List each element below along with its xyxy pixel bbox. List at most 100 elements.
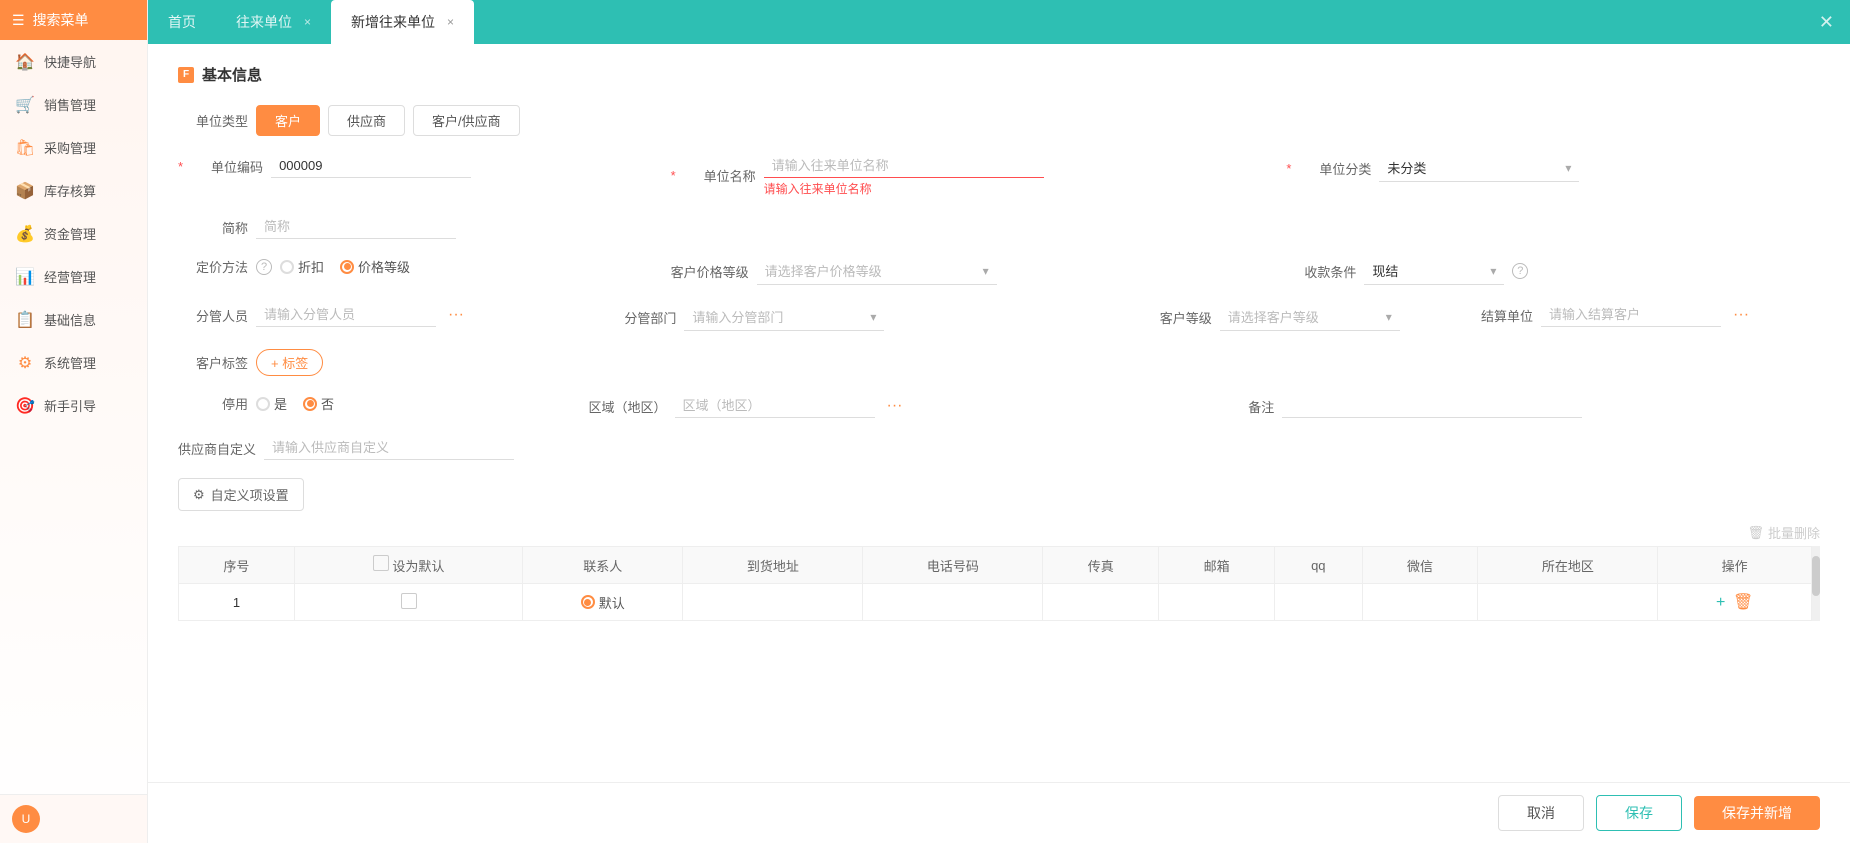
radio-price-level[interactable]: 价格等级 [340,257,410,276]
unit-type-supplier-button[interactable]: 供应商 [328,105,405,136]
table-header-10: 操作 [1658,547,1812,584]
unit-name-label: 单位名称 [686,166,756,185]
settlement-more-button[interactable]: ··· [1729,306,1753,324]
batch-delete-icon: 🗑 [1747,525,1764,541]
unit-category-select[interactable]: 未分类 ▾ [1379,154,1579,182]
tab-close-icon[interactable]: × [304,15,311,29]
sidebar-item-basic-info[interactable]: 📋基础信息 [0,298,147,341]
pricing-help-icon[interactable]: ? [256,259,272,275]
batch-delete-label[interactable]: 批量删除 [1768,523,1820,542]
radio-disable-no[interactable]: 否 [303,394,334,413]
sidebar-item-guide[interactable]: 🎯新手引导 [0,384,147,427]
region-label: 区域（地区） [589,397,667,416]
scrollbar[interactable] [1812,546,1820,621]
manager-row: 分管人员 ··· 分管部门 请输入分管部门 ▾ 客户等级 请选择客户等级 ▾ [178,303,1820,331]
row-cell-6[interactable] [1159,584,1275,621]
remark-input[interactable] [1282,394,1582,418]
sidebar-item-operations[interactable]: 📊经营管理 [0,255,147,298]
section-title: F 基本信息 [178,64,1820,85]
row-checkbox[interactable] [294,584,522,621]
settlement-unit-input[interactable] [1541,303,1721,327]
select-all-checkbox[interactable] [373,555,389,571]
supplier-custom-input[interactable] [264,436,514,460]
disable-label: 停用 [178,394,248,413]
unit-type-customer-button[interactable]: 客户 [256,105,320,136]
row-cell-5[interactable] [1043,584,1159,621]
sidebar-item-system[interactable]: ⚙系统管理 [0,341,147,384]
table-header-9: 所在地区 [1478,547,1658,584]
table-header-4: 电话号码 [863,547,1043,584]
table-header-1: 设为默认 [294,547,522,584]
default-radio[interactable] [581,595,595,609]
delete-row-button[interactable]: 🗑 [1731,592,1755,613]
close-window-button[interactable]: ✕ [1819,12,1834,33]
tab-new-partner[interactable]: 新增往来单位× [331,0,474,44]
manager-more-button[interactable]: ··· [444,306,468,324]
section-icon: F [178,67,194,83]
pricing-method-label: 定价方法 [178,257,248,276]
short-name-label: 简称 [178,218,248,237]
customer-price-level-select[interactable]: 请选择客户价格等级 ▾ [757,257,997,285]
scrollbar-thumb[interactable] [1812,556,1820,596]
sidebar-item-inventory[interactable]: 📦库存核算 [0,169,147,212]
department-field: 分管部门 请输入分管部门 ▾ [606,303,1141,331]
radio-discount[interactable]: 折扣 [280,257,324,276]
settlement-unit-label: 结算单位 [1463,306,1533,325]
row-select-checkbox[interactable] [401,593,417,609]
customer-level-select[interactable]: 请选择客户等级 ▾ [1220,303,1400,331]
tab-close-icon[interactable]: × [447,15,454,29]
row-cell-4[interactable] [863,584,1043,621]
search-icon: ☰ [12,12,25,29]
operations-icon: 📊 [16,268,34,286]
manager-input[interactable] [256,303,436,327]
row-cell-3[interactable] [683,584,863,621]
customer-price-level-field: 客户价格等级 请选择客户价格等级 ▾ [671,257,1287,285]
payment-terms-help-icon[interactable]: ? [1512,263,1528,279]
tab-partners[interactable]: 往来单位× [216,0,331,44]
unit-type-field: 单位类型 客户供应商客户/供应商 [178,105,1820,136]
customer-level-label: 客户等级 [1142,308,1212,327]
unit-category-label: 单位分类 [1301,159,1371,178]
main-area: 首页往来单位×新增往来单位× ✕ F 基本信息 单位类型 客户供应商客户/供应商… [148,0,1850,843]
unit-code-label: 单位编码 [193,157,263,176]
tab-home[interactable]: 首页 [148,0,216,44]
unit-name-field: * 单位名称 请输入往来单位名称 [671,154,1287,197]
sidebar-bottom: U [0,794,147,843]
unit-type-row: 单位类型 客户供应商客户/供应商 [178,105,1820,136]
payment-terms-select[interactable]: 现结 ▾ [1364,257,1504,285]
row-default[interactable]: 默认 [523,584,683,621]
sidebar-item-sales[interactable]: 🛒销售管理 [0,83,147,126]
table-row: 1默认+ 🗑 [179,584,1812,621]
content-area: F 基本信息 单位类型 客户供应商客户/供应商 * 单位编码 * 单位名称 [148,44,1850,782]
add-tag-button[interactable]: + 标签 [256,349,323,376]
unit-name-input[interactable] [764,154,1044,178]
cancel-button[interactable]: 取消 [1498,795,1584,831]
radio-price-level-circle [340,260,354,274]
region-more-button[interactable]: ··· [883,397,907,415]
sidebar-item-purchase[interactable]: 🛍采购管理 [0,126,147,169]
add-row-button[interactable]: + [1714,592,1727,613]
row-cell-9[interactable] [1478,584,1658,621]
remark-field: 备注 [1204,394,1820,418]
batch-delete-area: 🗑 批量删除 [178,523,1820,542]
row-cell-7[interactable] [1275,584,1362,621]
unit-code-input[interactable] [271,154,471,178]
save-new-button[interactable]: 保存并新增 [1694,796,1820,830]
avatar: U [12,805,40,833]
unit-type-both-button[interactable]: 客户/供应商 [413,105,520,136]
remark-label: 备注 [1204,397,1274,416]
chevron-down-icon: ▾ [983,264,989,278]
save-button[interactable]: 保存 [1596,795,1682,831]
tab-bar: 首页往来单位×新增往来单位× ✕ [148,0,1850,44]
department-select[interactable]: 请输入分管部门 ▾ [684,303,884,331]
custom-settings-button[interactable]: ⚙ 自定义项设置 [178,478,304,511]
region-input[interactable] [675,394,875,418]
table-header-0: 序号 [179,547,295,584]
sidebar-item-finance[interactable]: 💰资金管理 [0,212,147,255]
row-cell-8[interactable] [1362,584,1478,621]
customer-tag-label: 客户标签 [178,353,248,372]
sidebar-item-quick-nav[interactable]: 🏠快捷导航 [0,40,147,83]
short-name-input[interactable] [256,215,456,239]
radio-disable-yes[interactable]: 是 [256,394,287,413]
search-menu-button[interactable]: ☰ 搜索菜单 [0,0,147,40]
